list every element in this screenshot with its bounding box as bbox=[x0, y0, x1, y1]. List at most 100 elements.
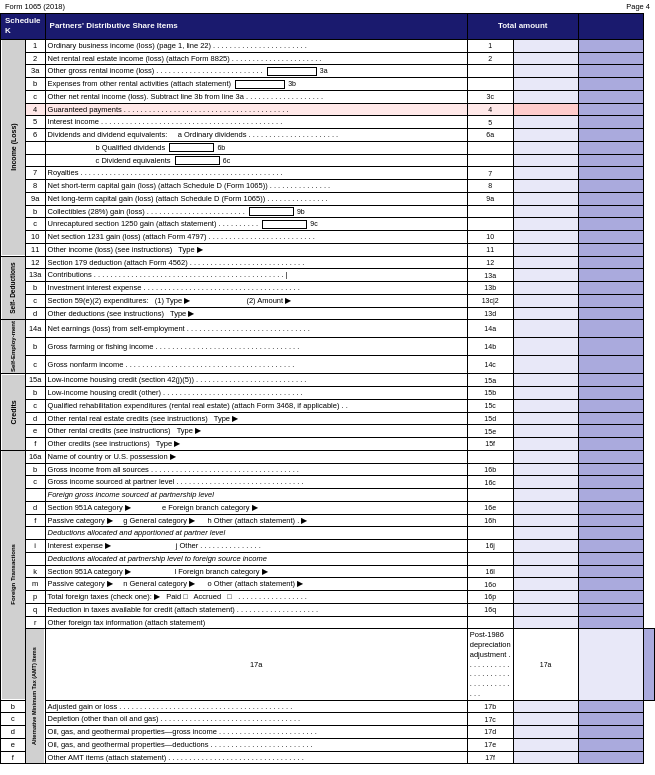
row-10-desc: Net section 1231 gain (loss) (attach For… bbox=[45, 231, 467, 244]
right-edge-9c bbox=[578, 218, 643, 231]
right-edge-16c bbox=[578, 476, 643, 489]
row-num-3b: b bbox=[25, 78, 45, 91]
ref-5: 5 bbox=[467, 116, 513, 129]
amt-row-17b: b Adjusted gain or loss . . . . . . . . … bbox=[1, 700, 655, 713]
row-6b-desc: b Qualified dividends 6b bbox=[45, 141, 467, 154]
row-num-17e: e bbox=[1, 738, 26, 751]
right-edge-14c bbox=[578, 356, 643, 374]
right-edge-16o bbox=[578, 578, 643, 591]
row-num-15c: c bbox=[25, 399, 45, 412]
row-num-4: 4 bbox=[25, 103, 45, 116]
ref-13c: 13c|2 bbox=[467, 294, 513, 307]
amount-8 bbox=[513, 180, 578, 193]
amount-16e bbox=[513, 501, 578, 514]
foreign-row-16mno: m Passive category ▶ n General category … bbox=[1, 578, 655, 591]
amount-11 bbox=[513, 243, 578, 256]
income-row-6b: b Qualified dividends 6b bbox=[1, 141, 655, 154]
amount-17f bbox=[513, 751, 578, 764]
row-num-6: 6 bbox=[25, 129, 45, 142]
ref-2: 2 bbox=[467, 52, 513, 65]
ref-16p: 16p bbox=[467, 591, 513, 604]
foreign-row-16ij: i Interest expense ▶ j Other . . . . . .… bbox=[1, 540, 655, 553]
income-row-10: 10 Net section 1231 gain (loss) (attach … bbox=[1, 231, 655, 244]
ref-header2 bbox=[467, 527, 513, 540]
deductions-label: Self- Deductions bbox=[1, 256, 26, 320]
row-17e-desc: Oil, gas, and geothermal properties—dedu… bbox=[45, 738, 467, 751]
ref-header3 bbox=[467, 552, 513, 565]
row-15c-desc: Qualified rehabilitation expenditures (r… bbox=[45, 399, 467, 412]
amount-13d bbox=[513, 307, 578, 320]
right-edge-15e bbox=[578, 425, 643, 438]
ref-3c: 3c bbox=[467, 90, 513, 103]
ref-16c: 16c bbox=[467, 476, 513, 489]
row-15a-desc: Low-income housing credit (section 42(j)… bbox=[45, 374, 467, 387]
row-num-16b: b bbox=[25, 463, 45, 476]
right-edge-16a bbox=[578, 450, 643, 463]
foreign-label: Foreign Transactions bbox=[1, 450, 26, 700]
foreign-row-16r: r Other foreign tax information (attach … bbox=[1, 616, 655, 629]
foreign-row-16q: q Reduction in taxes available for credi… bbox=[1, 603, 655, 616]
row-16f-desc: Passive category ▶ g General category ▶ … bbox=[45, 514, 467, 527]
deductions-row-12: Self- Deductions 12 Section 179 deductio… bbox=[1, 256, 655, 269]
right-edge-16e bbox=[578, 501, 643, 514]
row-12-desc: Section 179 deduction (attach Form 4562)… bbox=[45, 256, 467, 269]
foreign-row-header3: Deductions allocated at partnership leve… bbox=[1, 552, 655, 565]
row-num-9c: c bbox=[25, 218, 45, 231]
ref-17b: 17b bbox=[467, 700, 513, 713]
row-num-14a: 14a bbox=[25, 320, 45, 338]
ref-16a bbox=[467, 450, 513, 463]
right-edge-16j bbox=[578, 540, 643, 553]
right-edge-15b bbox=[578, 387, 643, 400]
row-14a-desc: Net earnings (loss) from self-employment… bbox=[45, 320, 467, 338]
right-edge-header2 bbox=[578, 527, 643, 540]
row-num-header2 bbox=[25, 527, 45, 540]
income-row-11: 11 Other income (loss) (see instructions… bbox=[1, 243, 655, 256]
income-row-9c: c Unrecaptured section 1250 gain (attach… bbox=[1, 218, 655, 231]
amount-14c bbox=[513, 356, 578, 374]
row-num-17f: f bbox=[1, 751, 26, 764]
right-edge-15a bbox=[578, 374, 643, 387]
ref-4: 4 bbox=[467, 103, 513, 116]
right-edge-3a bbox=[578, 65, 643, 78]
income-row-5: 5 Interest income . . . . . . . . . . . … bbox=[1, 116, 655, 129]
row-num-15e: e bbox=[25, 425, 45, 438]
right-edge-17f bbox=[578, 751, 643, 764]
amt-row-17f: f Other AMT items (attach statement) . .… bbox=[1, 751, 655, 764]
right-edge-16b bbox=[578, 463, 643, 476]
foreign-row-16kl: k Section 951A category ▶ l Foreign bran… bbox=[1, 565, 655, 578]
income-row-3c: c Other net rental income (loss). Subtra… bbox=[1, 90, 655, 103]
right-edge-16r bbox=[578, 616, 643, 629]
right-edge-11 bbox=[578, 243, 643, 256]
row-17c-desc: Depletion (other than oil and gas) . . .… bbox=[45, 713, 467, 726]
ref-16o: 16o bbox=[467, 578, 513, 591]
amount-16q bbox=[513, 603, 578, 616]
right-edge-7 bbox=[578, 167, 643, 180]
ref-15b: 15b bbox=[467, 387, 513, 400]
amount-6b bbox=[513, 141, 578, 154]
row-num-16r: r bbox=[25, 616, 45, 629]
row-11-desc: Other income (loss) (see instructions) T… bbox=[45, 243, 467, 256]
right-edge-5 bbox=[578, 116, 643, 129]
amt-label: Alternative Minimum Tax (AMT) Items bbox=[25, 629, 45, 764]
income-row-8: 8 Net short-term capital gain (loss) (at… bbox=[1, 180, 655, 193]
row-16m-desc: Passive category ▶ n General category ▶ … bbox=[45, 578, 467, 591]
amount-17e bbox=[513, 738, 578, 751]
ref-15c: 15c bbox=[467, 399, 513, 412]
right-edge-14a bbox=[578, 320, 643, 338]
row-17a-desc: Post-1986 depreciation adjustment . . . … bbox=[467, 629, 513, 700]
row-16k-desc: Section 951A category ▶ l Foreign branch… bbox=[45, 565, 467, 578]
amount-17b bbox=[513, 700, 578, 713]
credits-row-15c: c Qualified rehabilitation expenditures … bbox=[1, 399, 655, 412]
ref-17d: 17d bbox=[467, 726, 513, 739]
amount-1 bbox=[513, 39, 578, 52]
row-4-desc: Guaranteed payments . . . . . . . . . . … bbox=[45, 103, 467, 116]
row-13d-desc: Other deductions (see instructions) Type… bbox=[45, 307, 467, 320]
amount-header1 bbox=[513, 489, 578, 502]
right-edge-13b bbox=[578, 282, 643, 295]
ref-header1 bbox=[467, 489, 513, 502]
ref-7: 7 bbox=[467, 167, 513, 180]
right-edge-17c bbox=[578, 713, 643, 726]
row-9b-desc: Collectibles (28%) gain (loss) . . . . .… bbox=[45, 205, 467, 218]
right-edge-17a bbox=[643, 629, 654, 700]
amount-16o bbox=[513, 578, 578, 591]
